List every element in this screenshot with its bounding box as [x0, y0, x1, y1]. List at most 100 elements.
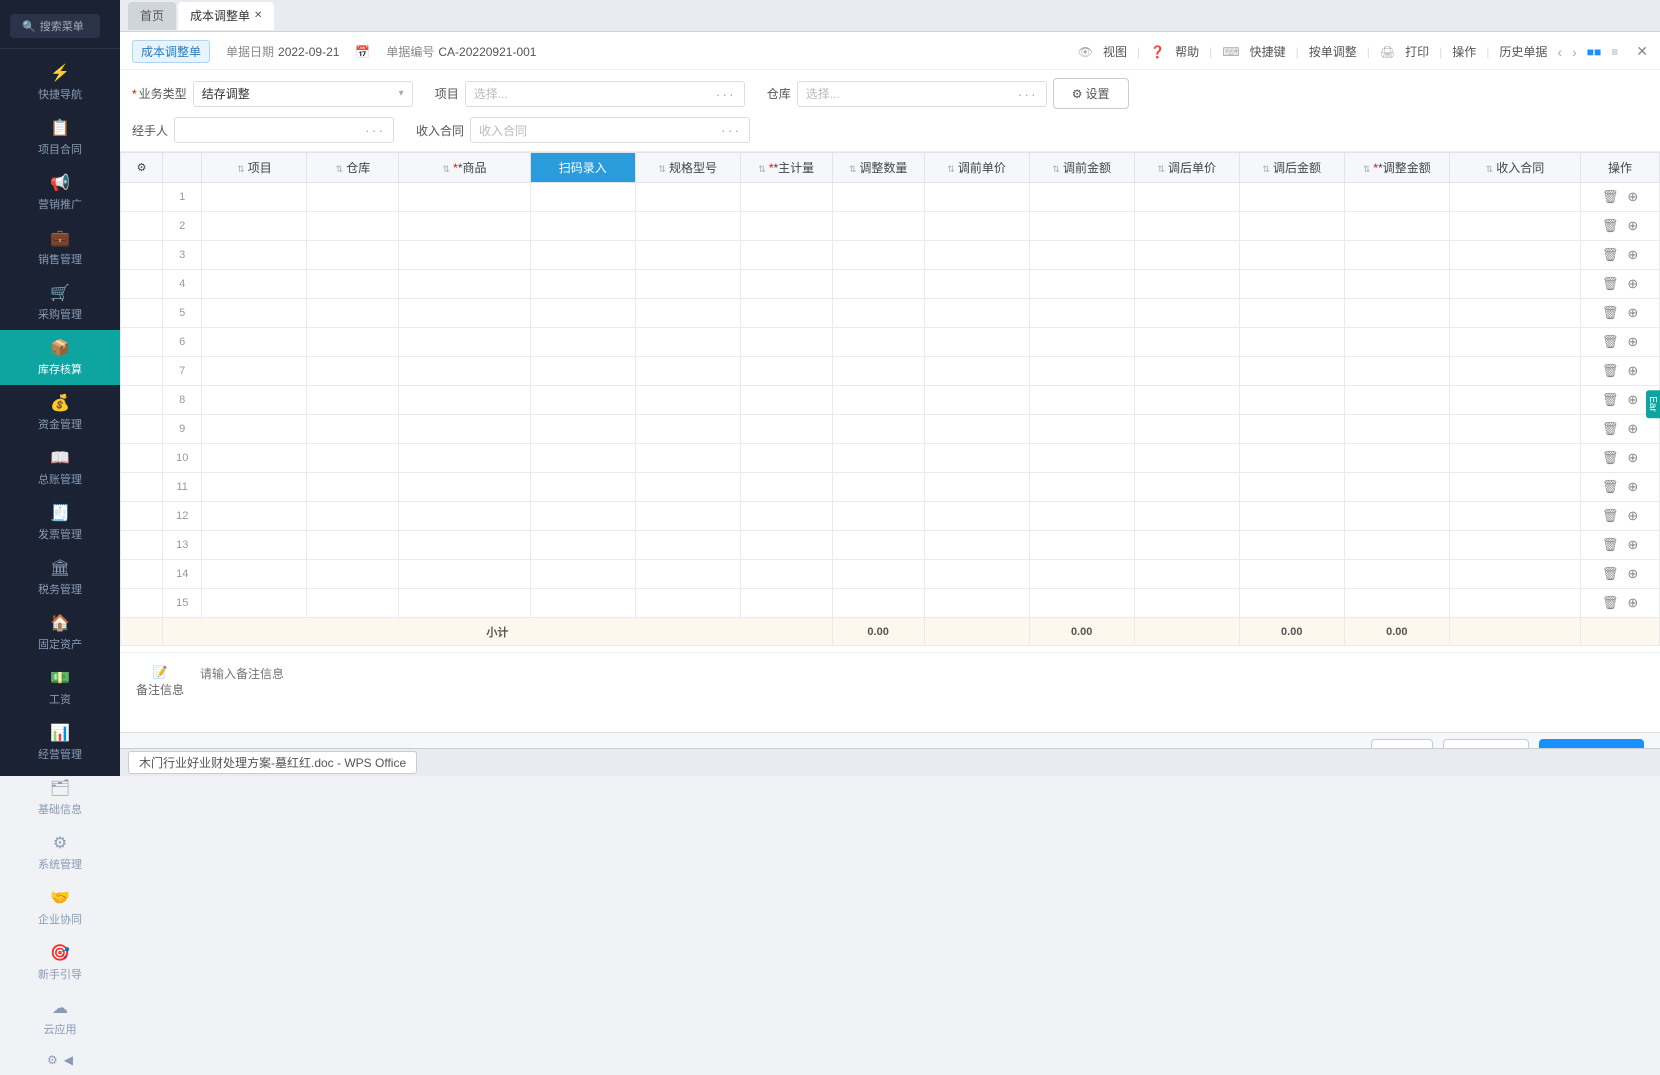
row-goods-cell[interactable] — [399, 299, 530, 328]
row-project-cell[interactable] — [202, 357, 307, 386]
row-amount-before-cell[interactable] — [1029, 502, 1134, 531]
row-project-cell[interactable] — [202, 560, 307, 589]
row-warehouse-cell[interactable] — [307, 241, 399, 270]
row-project-cell[interactable] — [202, 589, 307, 618]
row-price-before-cell[interactable] — [924, 328, 1029, 357]
row-qty-cell[interactable] — [832, 241, 924, 270]
row-qty-cell[interactable] — [832, 531, 924, 560]
row-price-before-cell[interactable] — [924, 386, 1029, 415]
row-amount-after-cell[interactable] — [1239, 183, 1344, 212]
row-goods-cell[interactable] — [399, 415, 530, 444]
row-price-after-cell[interactable] — [1134, 444, 1239, 473]
row-price-after-cell[interactable] — [1134, 560, 1239, 589]
row-spec-cell[interactable] — [635, 531, 740, 560]
row-goods-cell[interactable] — [399, 386, 530, 415]
col-adjust-amount-header[interactable]: ⇅ **调整金额 — [1344, 153, 1449, 183]
row-delete-btn[interactable]: 🗑 — [1599, 593, 1622, 613]
row-copy-btn[interactable]: ⊕ — [1624, 390, 1641, 410]
row-scan-cell[interactable] — [530, 444, 635, 473]
row-spec-cell[interactable] — [635, 183, 740, 212]
business-type-input[interactable]: 结存调整 ▾ — [193, 81, 413, 107]
row-scan-cell[interactable] — [530, 328, 635, 357]
row-qty-cell[interactable] — [832, 415, 924, 444]
handler-input[interactable]: ··· — [174, 117, 394, 143]
row-copy-btn[interactable]: ⊕ — [1624, 477, 1641, 497]
row-adjust-amount-cell[interactable] — [1344, 560, 1449, 589]
row-price-after-cell[interactable] — [1134, 241, 1239, 270]
row-unit-cell[interactable] — [740, 502, 832, 531]
row-income-contract-cell[interactable] — [1449, 241, 1580, 270]
row-unit-cell[interactable] — [740, 328, 832, 357]
row-amount-before-cell[interactable] — [1029, 270, 1134, 299]
row-unit-cell[interactable] — [740, 241, 832, 270]
warehouse-more-icon[interactable]: ··· — [1018, 86, 1038, 102]
row-amount-before-cell[interactable] — [1029, 183, 1134, 212]
row-spec-cell[interactable] — [635, 560, 740, 589]
sidebar-item-newbie[interactable]: 🎯 新手引导 — [0, 935, 120, 990]
row-project-cell[interactable] — [202, 241, 307, 270]
col-income-contract-header[interactable]: ⇅ 收入合同 — [1449, 153, 1580, 183]
row-spec-cell[interactable] — [635, 328, 740, 357]
row-price-after-cell[interactable] — [1134, 270, 1239, 299]
row-amount-before-cell[interactable] — [1029, 473, 1134, 502]
row-delete-btn[interactable]: 🗑 — [1599, 506, 1622, 526]
row-spec-cell[interactable] — [635, 589, 740, 618]
row-price-before-cell[interactable] — [924, 357, 1029, 386]
row-price-before-cell[interactable] — [924, 444, 1029, 473]
row-income-contract-cell[interactable] — [1449, 444, 1580, 473]
row-price-before-cell[interactable] — [924, 183, 1029, 212]
row-amount-before-cell[interactable] — [1029, 386, 1134, 415]
row-scan-cell[interactable] — [530, 589, 635, 618]
notes-input[interactable] — [196, 661, 1648, 711]
row-project-cell[interactable] — [202, 328, 307, 357]
col-project-header[interactable]: ⇅ 项目 — [202, 153, 307, 183]
col-spec-header[interactable]: ⇅ 规格型号 — [635, 153, 740, 183]
row-adjust-amount-cell[interactable] — [1344, 183, 1449, 212]
row-goods-cell[interactable] — [399, 502, 530, 531]
row-adjust-amount-cell[interactable] — [1344, 473, 1449, 502]
row-income-contract-cell[interactable] — [1449, 357, 1580, 386]
sidebar-item-purchase-mgmt[interactable]: 🛒 采购管理 — [0, 275, 120, 330]
row-price-before-cell[interactable] — [924, 270, 1029, 299]
row-price-before-cell[interactable] — [924, 212, 1029, 241]
row-goods-cell[interactable] — [399, 531, 530, 560]
row-warehouse-cell[interactable] — [307, 183, 399, 212]
row-scan-cell[interactable] — [530, 183, 635, 212]
row-amount-before-cell[interactable] — [1029, 444, 1134, 473]
help-btn[interactable]: 帮助 — [1175, 43, 1199, 60]
operations-btn[interactable]: 操作 — [1452, 43, 1476, 60]
row-income-contract-cell[interactable] — [1449, 212, 1580, 241]
row-scan-cell[interactable] — [530, 357, 635, 386]
row-warehouse-cell[interactable] — [307, 502, 399, 531]
col-amount-after-header[interactable]: ⇅ 调后金额 — [1239, 153, 1344, 183]
sidebar-item-quick-nav[interactable]: ⚡ 快捷导航 — [0, 55, 120, 110]
row-price-after-cell[interactable] — [1134, 299, 1239, 328]
row-goods-cell[interactable] — [399, 560, 530, 589]
row-qty-cell[interactable] — [832, 502, 924, 531]
row-qty-cell[interactable] — [832, 299, 924, 328]
row-delete-btn[interactable]: 🗑 — [1599, 564, 1622, 584]
row-qty-cell[interactable] — [832, 589, 924, 618]
row-unit-cell[interactable] — [740, 183, 832, 212]
row-income-contract-cell[interactable] — [1449, 473, 1580, 502]
row-amount-before-cell[interactable] — [1029, 415, 1134, 444]
row-project-cell[interactable] — [202, 386, 307, 415]
tab-close-icon[interactable]: ✕ — [254, 10, 262, 21]
handler-more-icon[interactable]: ··· — [365, 122, 385, 138]
row-income-contract-cell[interactable] — [1449, 183, 1580, 212]
row-project-cell[interactable] — [202, 212, 307, 241]
row-amount-after-cell[interactable] — [1239, 270, 1344, 299]
income-contract-input[interactable]: 收入合同 ··· — [470, 117, 750, 143]
sidebar-item-invoice-mgmt[interactable]: 🧾 发票管理 — [0, 495, 120, 550]
row-copy-btn[interactable]: ⊕ — [1624, 506, 1641, 526]
nav-next-btn[interactable]: › — [1572, 44, 1577, 60]
row-price-after-cell[interactable] — [1134, 415, 1239, 444]
row-income-contract-cell[interactable] — [1449, 589, 1580, 618]
row-spec-cell[interactable] — [635, 212, 740, 241]
sidebar-item-enterprise[interactable]: 🤝 企业协同 — [0, 880, 120, 935]
row-price-before-cell[interactable] — [924, 589, 1029, 618]
row-adjust-amount-cell[interactable] — [1344, 415, 1449, 444]
row-warehouse-cell[interactable] — [307, 270, 399, 299]
row-adjust-amount-cell[interactable] — [1344, 212, 1449, 241]
row-scan-cell[interactable] — [530, 270, 635, 299]
